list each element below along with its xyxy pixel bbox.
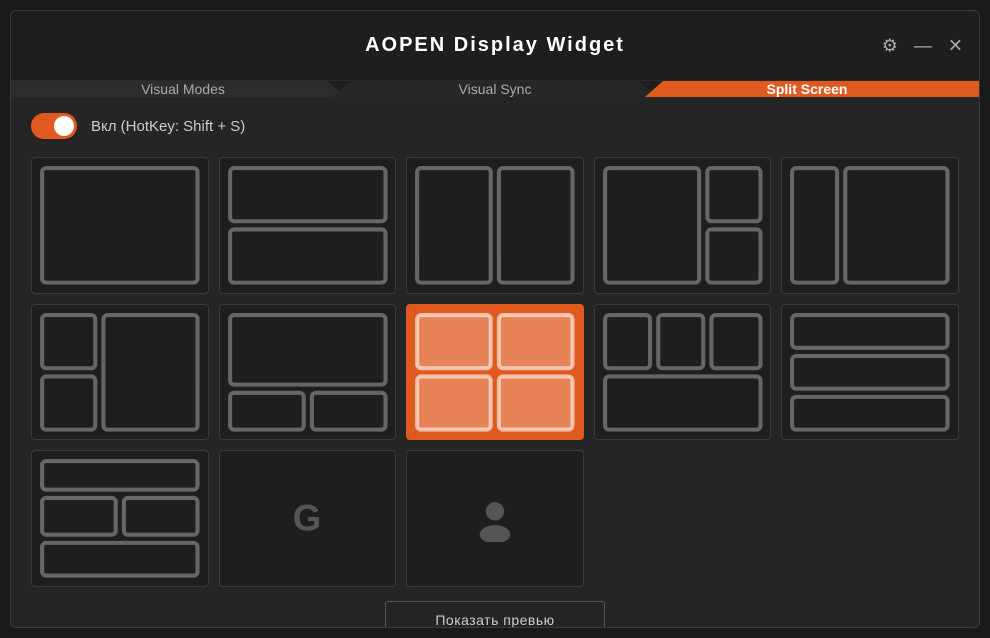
minimize-button[interactable]: — [914,35,932,56]
layout-three-right[interactable] [594,157,772,294]
layout-grid: G [31,157,959,587]
settings-button[interactable]: ⚙ [882,35,898,56]
title-suffix: Widget [539,34,625,56]
tabs-container: Visual Modes Visual Sync Split Screen [11,81,979,97]
layout-two-horizontal[interactable] [219,157,397,294]
svg-text:G: G [293,497,322,538]
toggle-row: Вкл (HotKey: Shift + S) [31,113,959,139]
close-button[interactable]: ✕ [948,35,963,56]
layout-g-logo[interactable]: G [219,450,397,587]
title-controls: ⚙ — ✕ [882,35,963,56]
app-window: AOPEN Display Widget ⚙ — ✕ Visual Modes … [10,10,980,628]
layout-four-grid[interactable] [31,450,209,587]
layout-two-cols[interactable] [781,157,959,294]
layout-three-top[interactable] [594,304,772,441]
layout-single[interactable] [31,157,209,294]
layout-two-bottom[interactable] [219,304,397,441]
layout-three-left[interactable] [31,304,209,441]
tab-visual-sync[interactable]: Visual Sync [333,81,657,97]
toggle-knob [54,116,74,136]
title-prefix: AOPEN [365,34,454,56]
app-title: AOPEN Display Widget [365,34,625,57]
preview-button[interactable]: Показать превью [385,601,605,628]
layout-three-row[interactable] [781,304,959,441]
tab-split-screen[interactable]: Split Screen [645,81,979,97]
split-screen-toggle[interactable] [31,113,77,139]
layout-two-vertical[interactable] [406,157,584,294]
content-area: Вкл (HotKey: Shift + S) [11,97,979,628]
toggle-label: Вкл (HotKey: Shift + S) [91,118,245,135]
title-bar: AOPEN Display Widget ⚙ — ✕ [11,11,979,81]
layout-custom-user[interactable] [406,450,584,587]
title-bold: Display [454,34,539,56]
tab-visual-modes[interactable]: Visual Modes [11,81,345,97]
layout-four-quad[interactable] [406,304,584,441]
